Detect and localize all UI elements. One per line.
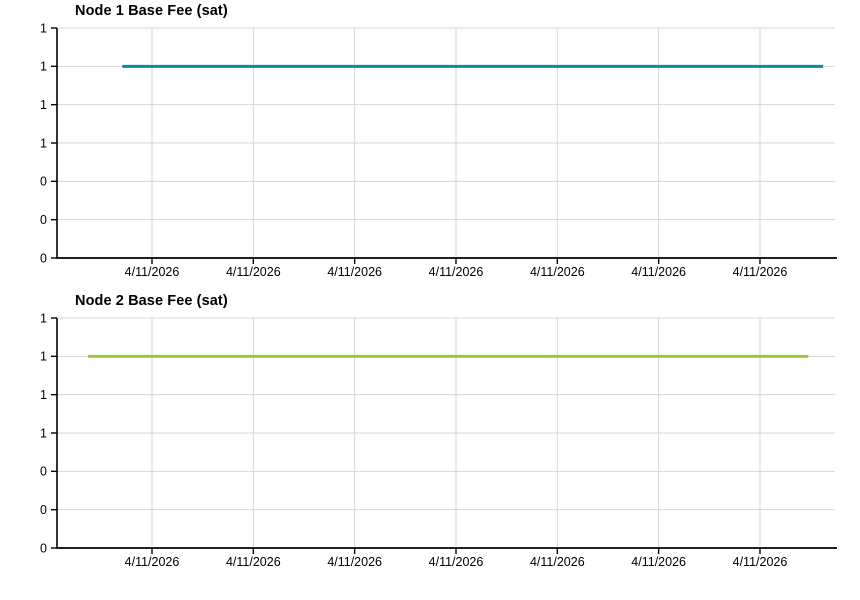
x-tick-label: 4/11/2026 [125, 265, 180, 279]
x-tick-label: 4/11/2026 [429, 265, 484, 279]
y-tick-label: 1 [40, 426, 47, 440]
x-tick-label: 4/11/2026 [733, 555, 788, 569]
x-tick-label: 4/11/2026 [530, 265, 585, 279]
x-tick-label: 4/11/2026 [631, 265, 686, 279]
x-tick-label: 4/11/2026 [733, 265, 788, 279]
x-tick-label: 4/11/2026 [631, 555, 686, 569]
x-tick-label: 4/11/2026 [125, 555, 180, 569]
x-tick-label: 4/11/2026 [530, 555, 585, 569]
y-tick-label: 0 [40, 541, 47, 555]
y-tick-label: 1 [40, 98, 47, 112]
y-tick-label: 0 [40, 251, 47, 265]
x-tick-label: 4/11/2026 [327, 265, 382, 279]
page: { "page": { "background": "#ffffff" }, "… [0, 0, 860, 600]
y-tick-label: 1 [40, 388, 47, 402]
y-tick-label: 1 [40, 350, 47, 364]
x-tick-label: 4/11/2026 [226, 555, 281, 569]
y-tick-label: 0 [40, 213, 47, 227]
chart-plot-area: 1 1 1 1 0 0 0 4/11/2026 4/11/2026 4/11/2026 4/11/2… [0, 290, 860, 580]
y-tick-label: 1 [40, 311, 47, 325]
chart-node-1-base-fee: Node 1 Base Fee (sat) 11110004/11/20264/… [0, 0, 860, 290]
x-tick-label: 4/11/2026 [429, 555, 484, 569]
y-tick-label: 0 [40, 503, 47, 517]
x-tick-label: 4/11/2026 [327, 555, 382, 569]
y-tick-label: 0 [40, 175, 47, 189]
x-tick-label: 4/11/2026 [226, 265, 281, 279]
y-tick-label: 1 [40, 21, 47, 35]
y-tick-label: 1 [40, 60, 47, 74]
chart-node-2-base-fee: Node 2 Base Fee (sat) 11110004/11/20264/… [0, 290, 860, 580]
y-tick-label: 0 [40, 465, 47, 479]
chart-plot-area: 1 1 1 1 0 0 0 4/11/2026 4/11/2026 4/11/2026 4/11/2… [0, 0, 860, 290]
y-tick-label: 1 [40, 136, 47, 150]
